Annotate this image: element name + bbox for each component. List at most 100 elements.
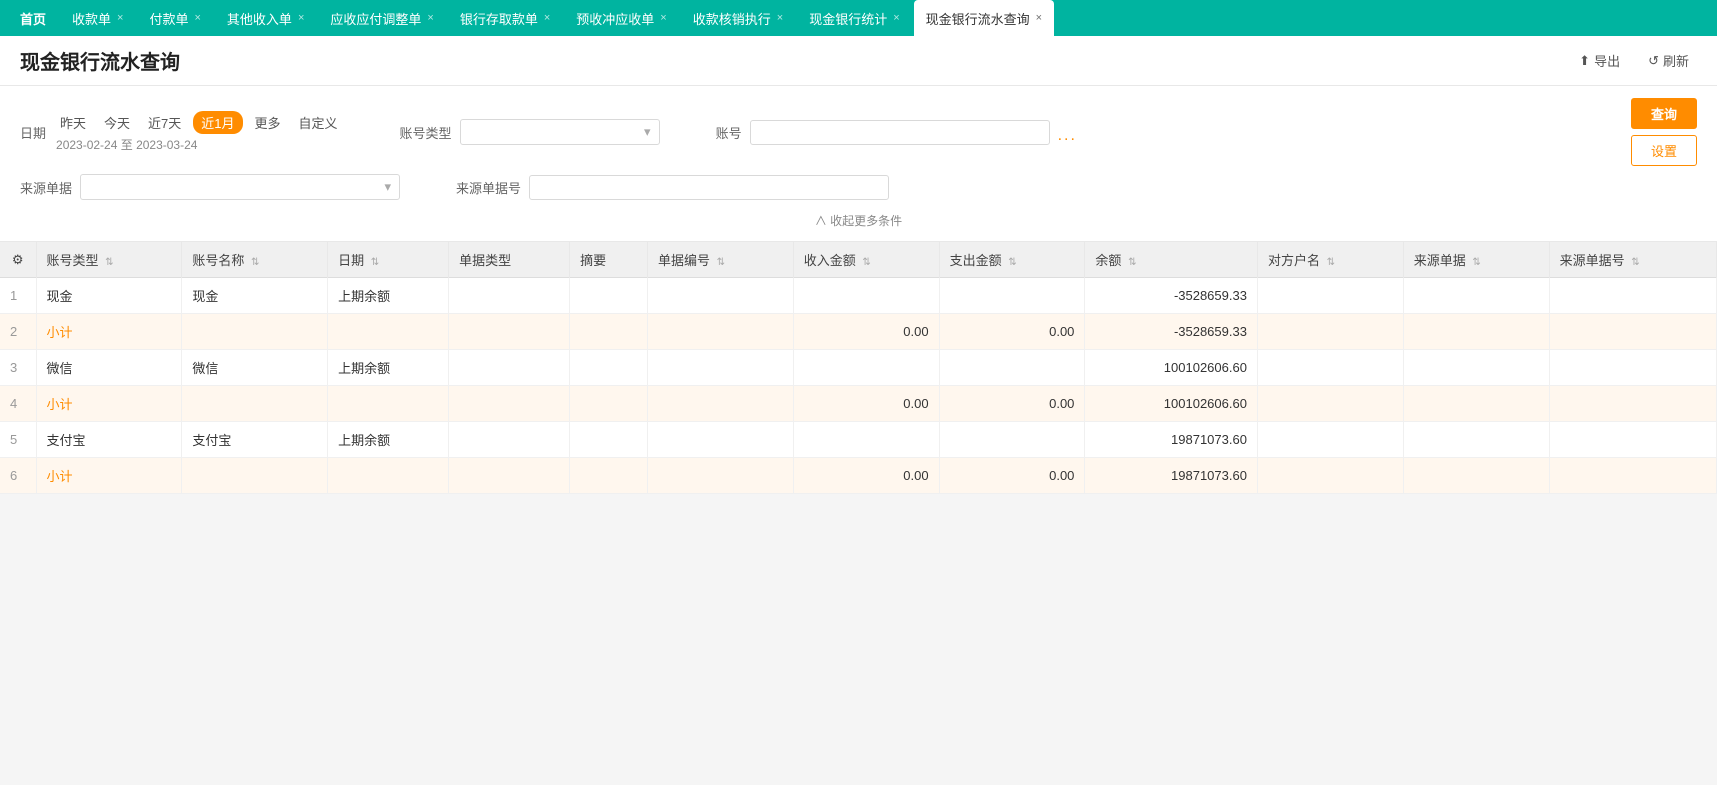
counterparty-cell bbox=[1257, 386, 1403, 422]
doc-no-column-header[interactable]: 单据编号 ⇅ bbox=[647, 242, 793, 278]
nav-tab-collection-exec[interactable]: 收款核销执行 × bbox=[681, 0, 795, 36]
counterparty-cell bbox=[1257, 314, 1403, 350]
gear-column-header[interactable]: ⚙ bbox=[0, 242, 36, 278]
summary-column-header[interactable]: 摘要 bbox=[570, 242, 648, 278]
source-doc-cell bbox=[1403, 422, 1549, 458]
nav-tab-receipt[interactable]: 收款单 × bbox=[60, 0, 135, 36]
table-row[interactable]: 5 支付宝 支付宝 上期余额 19871073.60 bbox=[0, 422, 1717, 458]
doc-no-cell bbox=[647, 422, 793, 458]
summary-cell bbox=[570, 278, 648, 314]
source-doc-select[interactable]: ▾ bbox=[80, 174, 400, 200]
date-cell: 上期余额 bbox=[328, 422, 449, 458]
doc-no-cell bbox=[647, 278, 793, 314]
nav-tab-adjustment[interactable]: 应收应付调整单 × bbox=[318, 0, 445, 36]
date-btn-more[interactable]: 更多 bbox=[249, 111, 287, 134]
income-cell: 0.00 bbox=[793, 458, 939, 494]
source-doc-no-label: 来源单据号 bbox=[456, 178, 521, 197]
source-doc-cell bbox=[1403, 458, 1549, 494]
date-btn-1month[interactable]: 近1月 bbox=[193, 111, 242, 134]
account-type-col-label: 账号类型 bbox=[47, 253, 99, 268]
account-name-cell bbox=[182, 314, 328, 350]
account-type-cell: 现金 bbox=[36, 278, 182, 314]
collapse-bar[interactable]: ∧ 收起更多条件 bbox=[20, 208, 1697, 233]
account-name-column-header[interactable]: 账号名称 ⇅ bbox=[182, 242, 328, 278]
collection-exec-tab-label: 收款核销执行 bbox=[693, 9, 771, 28]
close-icon[interactable]: × bbox=[298, 12, 304, 24]
collapse-label: 收起更多条件 bbox=[830, 214, 902, 228]
counterparty-cell bbox=[1257, 278, 1403, 314]
source-doc-no-input[interactable] bbox=[529, 175, 889, 200]
account-type-select[interactable]: ▾ bbox=[460, 119, 660, 145]
sort-icon: ⇅ bbox=[105, 257, 113, 268]
summary-cell bbox=[570, 386, 648, 422]
source-doc-no-cell bbox=[1549, 422, 1716, 458]
nav-tab-bank-stats[interactable]: 现金银行统计 × bbox=[797, 0, 911, 36]
date-btn-today[interactable]: 今天 bbox=[98, 111, 136, 134]
nav-tab-prepay[interactable]: 预收冲应收单 × bbox=[564, 0, 678, 36]
date-filter-label: 日期 bbox=[20, 123, 46, 142]
table-row[interactable]: 6 小计 0.00 0.00 19871073.60 bbox=[0, 458, 1717, 494]
date-cell: 上期余额 bbox=[328, 278, 449, 314]
close-icon[interactable]: × bbox=[660, 12, 666, 24]
close-icon[interactable]: × bbox=[427, 12, 433, 24]
date-column-header[interactable]: 日期 ⇅ bbox=[328, 242, 449, 278]
header-actions: ⬆ 导出 ↺ 刷新 bbox=[1571, 47, 1697, 74]
settings-button[interactable]: 设置 bbox=[1631, 135, 1697, 166]
nav-tab-bank-flow[interactable]: 现金银行流水查询 × bbox=[914, 0, 1054, 36]
nav-tab-other-income[interactable]: 其他收入单 × bbox=[215, 0, 316, 36]
date-btn-7days[interactable]: 近7天 bbox=[142, 111, 187, 134]
balance-col-label: 余额 bbox=[1095, 253, 1121, 268]
table-row[interactable]: 3 微信 微信 上期余额 100102606.60 bbox=[0, 350, 1717, 386]
close-icon[interactable]: × bbox=[544, 12, 550, 24]
doc-type-cell bbox=[449, 278, 570, 314]
close-icon[interactable]: × bbox=[1036, 12, 1042, 24]
source-doc-no-cell bbox=[1549, 350, 1716, 386]
doc-type-cell bbox=[449, 386, 570, 422]
table-row[interactable]: 4 小计 0.00 0.00 100102606.60 bbox=[0, 386, 1717, 422]
home-tab-label: 首页 bbox=[20, 9, 46, 28]
account-type-cell: 小计 bbox=[36, 458, 182, 494]
query-button[interactable]: 查询 bbox=[1631, 98, 1697, 129]
export-button[interactable]: ⬆ 导出 bbox=[1571, 47, 1628, 74]
table-row[interactable]: 1 现金 现金 上期余额 -3528659.33 bbox=[0, 278, 1717, 314]
table-row[interactable]: 2 小计 0.00 0.00 -3528659.33 bbox=[0, 314, 1717, 350]
doc-no-cell bbox=[647, 458, 793, 494]
sort-icon: ⇅ bbox=[1327, 257, 1335, 268]
doc-no-cell bbox=[647, 350, 793, 386]
date-btn-yesterday[interactable]: 昨天 bbox=[54, 111, 92, 134]
account-name-cell bbox=[182, 458, 328, 494]
doc-type-cell bbox=[449, 422, 570, 458]
source-doc-no-column-header[interactable]: 来源单据号 ⇅ bbox=[1549, 242, 1716, 278]
account-dots-button[interactable]: ... bbox=[1058, 127, 1077, 145]
close-icon[interactable]: × bbox=[194, 12, 200, 24]
summary-cell bbox=[570, 458, 648, 494]
date-btn-custom[interactable]: 自定义 bbox=[293, 111, 344, 134]
source-doc-column-header[interactable]: 来源单据 ⇅ bbox=[1403, 242, 1549, 278]
account-type-cell: 小计 bbox=[36, 314, 182, 350]
doc-type-column-header[interactable]: 单据类型 bbox=[449, 242, 570, 278]
refresh-button[interactable]: ↺ 刷新 bbox=[1640, 47, 1697, 74]
adjustment-tab-label: 应收应付调整单 bbox=[330, 9, 421, 28]
balance-column-header[interactable]: 余额 ⇅ bbox=[1085, 242, 1258, 278]
nav-tab-home[interactable]: 首页 bbox=[8, 0, 58, 36]
source-doc-no-filter: 来源单据号 bbox=[456, 175, 889, 200]
refresh-icon: ↺ bbox=[1648, 53, 1659, 69]
nav-tab-bank-deposit[interactable]: 银行存取款单 × bbox=[448, 0, 562, 36]
close-icon[interactable]: × bbox=[777, 12, 783, 24]
income-column-header[interactable]: 收入金额 ⇅ bbox=[793, 242, 939, 278]
close-icon[interactable]: × bbox=[893, 12, 899, 24]
expense-col-label: 支出金额 bbox=[950, 253, 1002, 268]
filter-area: 日期 昨天 今天 近7天 近1月 更多 自定义 2023-02-24 至 202… bbox=[0, 86, 1717, 242]
close-icon[interactable]: × bbox=[117, 12, 123, 24]
income-cell bbox=[793, 278, 939, 314]
sort-icon: ⇅ bbox=[1008, 257, 1016, 268]
nav-tab-payment[interactable]: 付款单 × bbox=[137, 0, 212, 36]
doc-type-cell bbox=[449, 458, 570, 494]
account-type-column-header[interactable]: 账号类型 ⇅ bbox=[36, 242, 182, 278]
account-input[interactable] bbox=[750, 120, 1050, 145]
doc-type-cell bbox=[449, 314, 570, 350]
expense-column-header[interactable]: 支出金额 ⇅ bbox=[939, 242, 1085, 278]
counterparty-column-header[interactable]: 对方户名 ⇅ bbox=[1257, 242, 1403, 278]
expense-cell: 0.00 bbox=[939, 314, 1085, 350]
action-buttons: 查询 设置 bbox=[1631, 98, 1697, 166]
